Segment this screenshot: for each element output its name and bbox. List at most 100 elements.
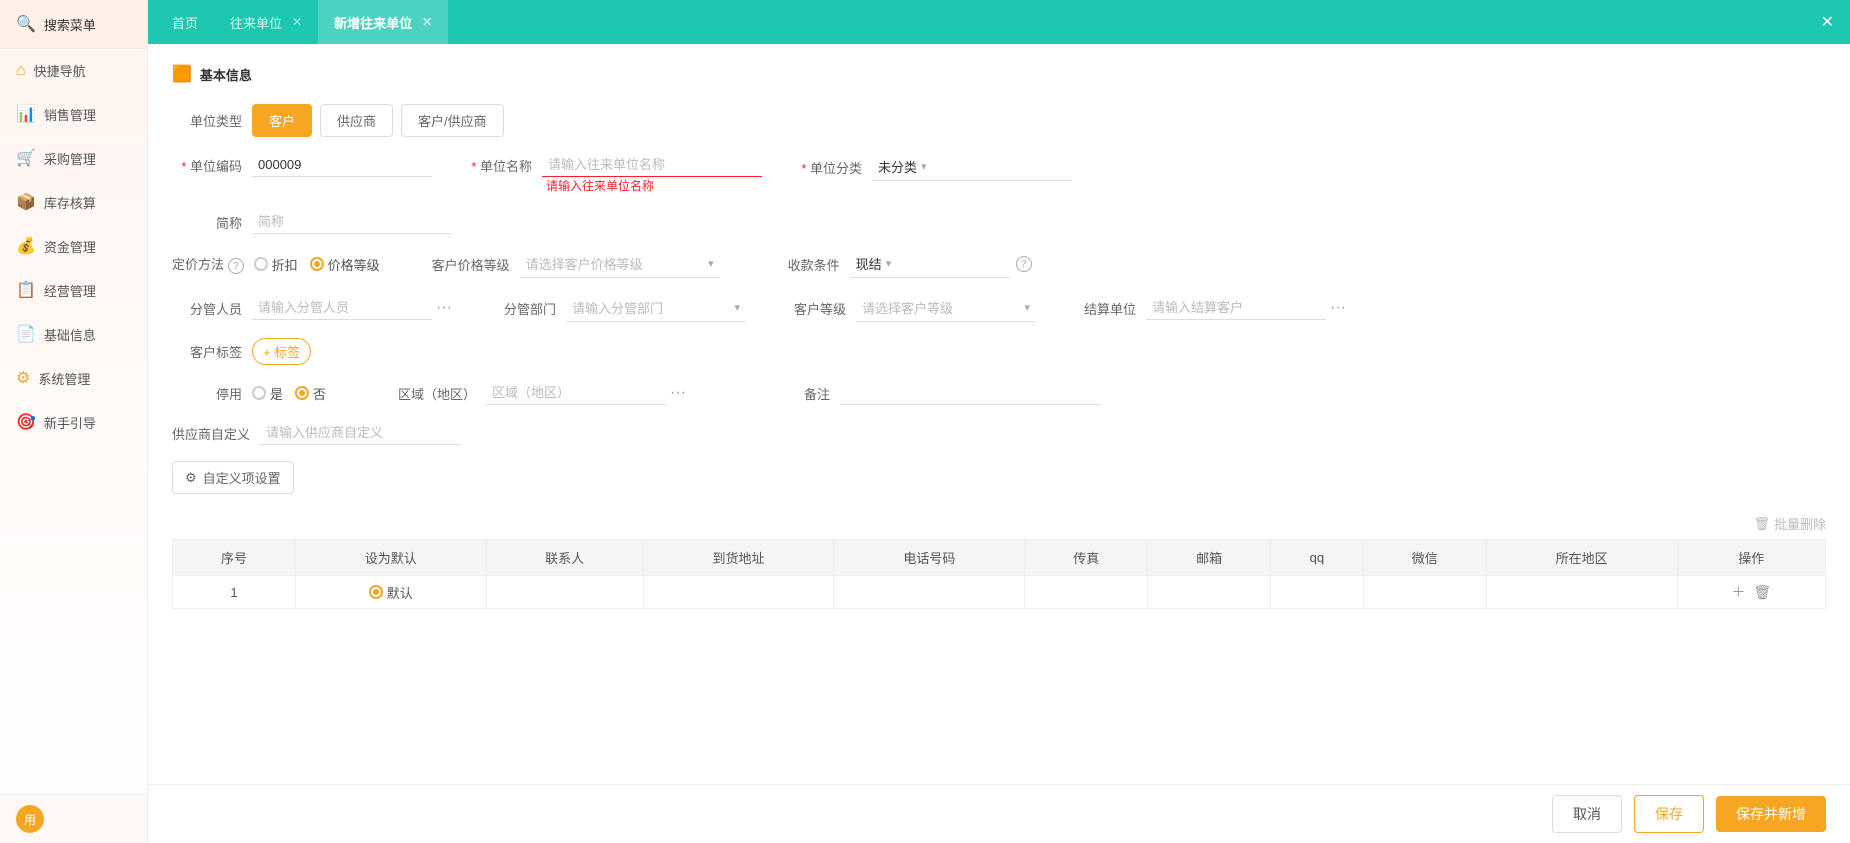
manager-dots-btn[interactable]: ··· <box>432 299 456 317</box>
pricing-radio-group: 折扣 价格等级 <box>254 255 380 274</box>
cell-email <box>1148 576 1271 609</box>
radio-discount-circle <box>254 257 268 271</box>
sidebar-item-basics[interactable]: 📄 基础信息 <box>0 312 147 356</box>
unit-btn-supplier[interactable]: 供应商 <box>320 104 393 137</box>
cell-address <box>643 576 834 609</box>
add-row-btn[interactable]: ＋ <box>1731 582 1745 602</box>
radio-price-level-circle <box>310 257 324 271</box>
radio-no-circle <box>295 386 309 400</box>
short-name-input[interactable] <box>252 210 452 234</box>
unit-btn-both[interactable]: 客户/供应商 <box>401 104 504 137</box>
save-new-button[interactable]: 保存并新增 <box>1716 796 1826 832</box>
table-row: 1 默认 <box>173 576 1826 609</box>
unit-category-label: 单位分类 <box>792 158 872 177</box>
close-new-transaction-tab[interactable]: ✕ <box>422 15 432 29</box>
col-no: 序号 <box>173 540 296 576</box>
customer-price-select[interactable]: 请选择客户价格等级 ▾ <box>520 250 720 278</box>
tab-bar: 首页 往来单位 ✕ 新增往来单位 ✕ ✕ <box>148 0 1850 44</box>
short-name-row: 简称 <box>172 210 1826 234</box>
settlement-label: 结算单位 <box>1066 299 1146 318</box>
customer-level-placeholder: 请选择客户等级 <box>862 298 1020 317</box>
close-transactions-tab[interactable]: ✕ <box>292 15 302 29</box>
region-dots-btn[interactable]: ··· <box>666 384 690 402</box>
unit-btn-customer[interactable]: 客户 <box>252 104 312 137</box>
payment-terms-help-icon[interactable]: ? <box>1016 256 1032 272</box>
cell-qq <box>1271 576 1364 609</box>
cell-region <box>1486 576 1677 609</box>
section-title: 🟧 基本信息 <box>172 64 1826 84</box>
delete-row-btn[interactable]: 🗑 <box>1753 584 1771 601</box>
cell-wechat <box>1363 576 1486 609</box>
sidebar-item-newbie[interactable]: 🎯 新手引导 <box>0 400 147 444</box>
finance-icon: 💰 <box>16 236 36 256</box>
remark-input[interactable] <box>840 381 1100 405</box>
radio-yes[interactable]: 是 <box>252 384 283 403</box>
region-input[interactable] <box>486 381 666 405</box>
unit-code-input[interactable] <box>252 153 432 177</box>
sidebar-item-purchase[interactable]: 🛒 采购管理 <box>0 136 147 180</box>
payment-terms-select[interactable]: 现结 ▾ <box>850 250 1010 278</box>
col-region: 所在地区 <box>1486 540 1677 576</box>
unit-type-group: 客户 供应商 客户/供应商 <box>252 104 504 137</box>
sidebar: 🔍 搜索菜单 ⌂ 快捷导航 📊 销售管理 🛒 采购管理 📦 库存核算 💰 资金管… <box>0 0 148 843</box>
unit-name-input[interactable] <box>542 153 762 177</box>
chevron-down-icon2: ▾ <box>708 257 714 270</box>
col-default: 设为默认 <box>295 540 486 576</box>
default-radio[interactable] <box>369 585 383 599</box>
settlement-dots-btn[interactable]: ··· <box>1326 299 1350 317</box>
col-phone: 电话号码 <box>834 540 1025 576</box>
department-select[interactable]: 请输入分管部门 ▾ <box>566 294 746 322</box>
contacts-table: 序号 设为默认 联系人 到货地址 电话号码 传真 邮箱 qq 微信 所在地区 操… <box>172 539 1826 609</box>
chevron-down-icon: ▾ <box>921 160 927 173</box>
table-header-row: 序号 设为默认 联系人 到货地址 电话号码 传真 邮箱 qq 微信 所在地区 操… <box>173 540 1826 576</box>
sidebar-search[interactable]: 🔍 搜索菜单 <box>0 0 147 49</box>
tab-transactions[interactable]: 往来单位 ✕ <box>214 0 318 44</box>
tab-bar-close[interactable]: ✕ <box>1813 12 1842 32</box>
radio-price-level[interactable]: 价格等级 <box>310 255 380 274</box>
tab-new-transaction[interactable]: 新增往来单位 ✕ <box>318 0 448 44</box>
custom-settings-row: ⚙ 自定义项设置 <box>172 461 1826 494</box>
customer-price-placeholder: 请选择客户价格等级 <box>526 254 704 273</box>
department-placeholder: 请输入分管部门 <box>572 298 730 317</box>
customer-level-label: 客户等级 <box>776 299 856 318</box>
col-contact: 联系人 <box>486 540 643 576</box>
settlement-input[interactable] <box>1146 296 1326 320</box>
radio-yes-circle <box>252 386 266 400</box>
section-icon: 🟧 <box>172 64 192 84</box>
unit-name-error: 请输入往来单位名称 <box>546 179 654 193</box>
sidebar-item-sales[interactable]: 📊 销售管理 <box>0 92 147 136</box>
home-icon: ⌂ <box>16 62 26 80</box>
sidebar-item-operations[interactable]: 📋 经营管理 <box>0 268 147 312</box>
cell-phone <box>834 576 1025 609</box>
sidebar-item-finance[interactable]: 💰 资金管理 <box>0 224 147 268</box>
custom-settings-btn[interactable]: ⚙ 自定义项设置 <box>172 461 294 494</box>
radio-discount[interactable]: 折扣 <box>254 255 298 274</box>
table-actions: 🗑 批量删除 <box>172 514 1826 533</box>
save-button[interactable]: 保存 <box>1634 795 1704 833</box>
cancel-button[interactable]: 取消 <box>1552 795 1622 833</box>
sidebar-item-quick-nav[interactable]: ⌂ 快捷导航 <box>0 49 147 92</box>
sidebar-item-system[interactable]: ⚙ 系统管理 <box>0 356 147 400</box>
unit-type-label: 单位类型 <box>172 111 252 130</box>
unit-type-row: 单位类型 客户 供应商 客户/供应商 <box>172 104 1826 137</box>
tab-home[interactable]: 首页 <box>156 0 214 44</box>
region-field: 区域（地区） ··· <box>396 381 690 405</box>
sidebar-item-inventory[interactable]: 📦 库存核算 <box>0 180 147 224</box>
batch-delete-btn[interactable]: 🗑 批量删除 <box>1753 514 1826 533</box>
disabled-radio-group: 是 否 <box>252 384 326 403</box>
unit-name-field: 单位名称 请输入往来单位名称 <box>462 153 762 194</box>
unit-name-label: 单位名称 <box>462 156 542 175</box>
customer-level-select[interactable]: 请选择客户等级 ▾ <box>856 294 1036 322</box>
radio-no[interactable]: 否 <box>295 384 326 403</box>
col-email: 邮箱 <box>1148 540 1271 576</box>
supplier-custom-input[interactable] <box>260 421 460 445</box>
add-tag-btn[interactable]: + 标签 <box>252 338 311 365</box>
manager-input[interactable] <box>252 296 432 320</box>
unit-category-select[interactable]: 未分类 ▾ <box>872 153 1072 181</box>
pricing-help-icon[interactable]: ? <box>228 258 244 274</box>
customer-level-field: 客户等级 请选择客户等级 ▾ <box>776 294 1036 322</box>
chevron-down-icon3: ▾ <box>886 257 892 270</box>
department-field: 分管部门 请输入分管部门 ▾ <box>486 294 746 322</box>
unit-code-label: 单位编码 <box>172 156 252 175</box>
customer-price-field: 客户价格等级 请选择客户价格等级 ▾ <box>430 250 720 278</box>
